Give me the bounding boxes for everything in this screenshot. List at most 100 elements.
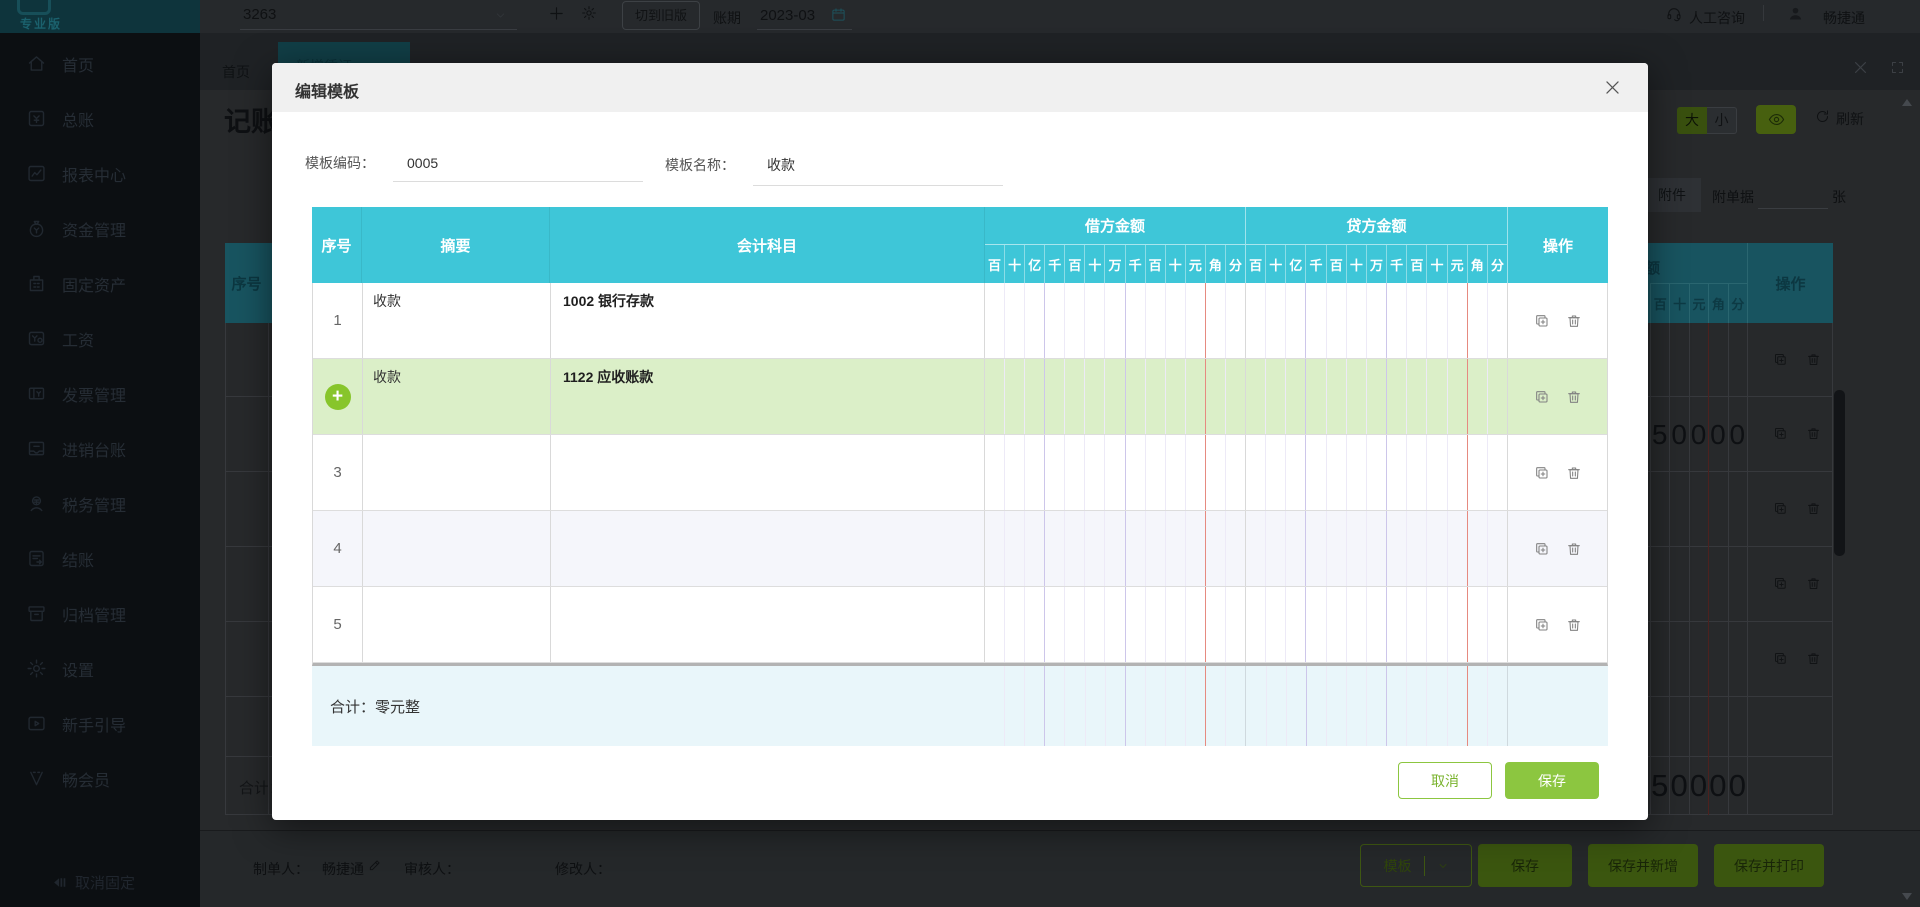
copy-row-icon[interactable] [1773, 651, 1788, 666]
user-menu[interactable]: 畅捷通 [1823, 8, 1865, 28]
amount-cell[interactable] [1206, 587, 1226, 662]
amount-cell[interactable] [1286, 435, 1307, 510]
support-link[interactable]: 人工咨询 [1689, 8, 1745, 28]
amount-cell[interactable] [1105, 511, 1126, 586]
amount-cell[interactable] [1126, 511, 1146, 586]
amount-cell[interactable] [1005, 435, 1026, 510]
amount-cell[interactable] [1166, 359, 1186, 434]
amount-cell[interactable] [1468, 283, 1488, 358]
amount-cell[interactable] [1126, 359, 1146, 434]
size-large[interactable]: 大 [1677, 107, 1707, 134]
save-button[interactable]: 保存 [1505, 762, 1599, 799]
amount-cell[interactable] [1448, 283, 1468, 358]
sidebar-item-settings[interactable]: 设置 [0, 641, 200, 696]
amount-cell[interactable] [1025, 359, 1046, 434]
sidebar-item-general-ledger[interactable]: 总账 [0, 91, 200, 146]
amount-cell[interactable] [985, 283, 1006, 358]
template-row-2[interactable]: + 收款 1122 应收账款 [313, 359, 1607, 435]
amount-cell[interactable] [1045, 435, 1066, 510]
save-and-print-button[interactable]: 保存并打印 [1714, 844, 1824, 887]
amount-cell[interactable] [1488, 587, 1509, 662]
amount-cell[interactable] [1347, 359, 1367, 434]
sidebar-item-purchase-sales[interactable]: 进销台账 [0, 421, 200, 476]
amount-cell[interactable] [1246, 359, 1267, 434]
sidebar-item-archive[interactable]: 归档管理 [0, 586, 200, 641]
scroll-down-arrow[interactable] [1902, 893, 1912, 900]
row-account[interactable] [551, 511, 985, 586]
sidebar-item-funds[interactable]: 资金管理 [0, 201, 200, 256]
copy-row-icon[interactable] [1534, 541, 1550, 557]
amount-cell[interactable] [1166, 587, 1186, 662]
amount-cell[interactable] [1065, 587, 1086, 662]
delete-row-icon[interactable] [1566, 617, 1582, 633]
amount-cell[interactable] [1246, 283, 1267, 358]
amount-cell[interactable] [1186, 359, 1206, 434]
template-button[interactable]: 模板 [1360, 844, 1472, 887]
switch-old-version-button[interactable]: 切到旧版 [622, 1, 700, 30]
amount-cell[interactable] [1246, 587, 1267, 662]
amount-cell[interactable] [1045, 283, 1066, 358]
amount-cell[interactable] [1327, 587, 1347, 662]
amount-cell[interactable] [1005, 511, 1026, 586]
amount-cell[interactable] [1045, 587, 1066, 662]
row-account[interactable] [551, 435, 985, 510]
close-icon[interactable] [1603, 78, 1622, 97]
table-scrollbar[interactable] [1834, 390, 1845, 556]
amount-cell[interactable] [1367, 359, 1388, 434]
fullscreen-icon[interactable] [1890, 60, 1905, 75]
amount-cell[interactable] [1085, 359, 1106, 434]
template-name-input[interactable]: 收款 [753, 153, 1003, 186]
amount-cell[interactable] [1488, 359, 1509, 434]
row-account[interactable]: 1122 应收账款 [551, 359, 985, 434]
copy-row-icon[interactable] [1534, 389, 1550, 405]
amount-cell[interactable] [1448, 587, 1468, 662]
amount-cell[interactable] [1286, 359, 1307, 434]
amount-cell[interactable] [1286, 511, 1307, 586]
amount-cell[interactable] [1025, 511, 1046, 586]
amount-cell[interactable] [985, 359, 1006, 434]
amount-cell[interactable] [1367, 511, 1388, 586]
amount-cell[interactable] [1065, 359, 1086, 434]
refresh-button[interactable]: 刷新 [1836, 109, 1864, 129]
amount-cell[interactable] [1206, 359, 1226, 434]
amount-cell[interactable] [1266, 283, 1287, 358]
sidebar-item-tax[interactable]: 税务管理 [0, 476, 200, 531]
calendar-icon[interactable] [831, 7, 846, 22]
delete-row-icon[interactable] [1566, 389, 1582, 405]
amount-cell[interactable] [1105, 359, 1126, 434]
amount-cell[interactable] [1065, 435, 1086, 510]
sidebar-item-payroll[interactable]: 工资 [0, 311, 200, 366]
row-summary[interactable]: 收款 [363, 359, 551, 434]
sidebar-item-invoice[interactable]: 发票管理 [0, 366, 200, 421]
amount-cell[interactable] [1468, 359, 1488, 434]
amount-cell[interactable] [1226, 283, 1247, 358]
amount-cell[interactable] [1126, 283, 1146, 358]
amount-cell[interactable] [1367, 283, 1388, 358]
refresh-icon[interactable] [1815, 109, 1830, 124]
account-select[interactable]: 3263 [243, 6, 276, 23]
amount-cell[interactable] [1146, 359, 1166, 434]
amount-cell[interactable] [1266, 435, 1287, 510]
amount-cell[interactable] [1488, 511, 1509, 586]
row-summary[interactable] [363, 435, 551, 510]
copy-row-icon[interactable] [1773, 576, 1788, 591]
add-icon[interactable] [548, 5, 565, 22]
delete-row-icon[interactable] [1566, 313, 1582, 329]
amount-cell[interactable] [1327, 435, 1347, 510]
amount-cell[interactable] [1347, 511, 1367, 586]
amount-cell[interactable] [1146, 435, 1166, 510]
cancel-button[interactable]: 取消 [1398, 762, 1492, 799]
amount-cell[interactable] [1206, 435, 1226, 510]
amount-cell[interactable] [1186, 587, 1206, 662]
amount-cell[interactable] [1286, 283, 1307, 358]
copy-row-icon[interactable] [1773, 501, 1788, 516]
amount-cell[interactable] [1146, 283, 1166, 358]
amount-cell[interactable] [1005, 359, 1026, 434]
amount-cell[interactable] [1166, 511, 1186, 586]
amount-cell[interactable] [1488, 283, 1509, 358]
delete-row-icon[interactable] [1806, 501, 1821, 516]
amount-cell[interactable] [1427, 283, 1448, 358]
row-summary[interactable] [363, 511, 551, 586]
amount-cell[interactable] [1427, 435, 1448, 510]
sidebar-item-home[interactable]: 首页 [0, 36, 200, 91]
